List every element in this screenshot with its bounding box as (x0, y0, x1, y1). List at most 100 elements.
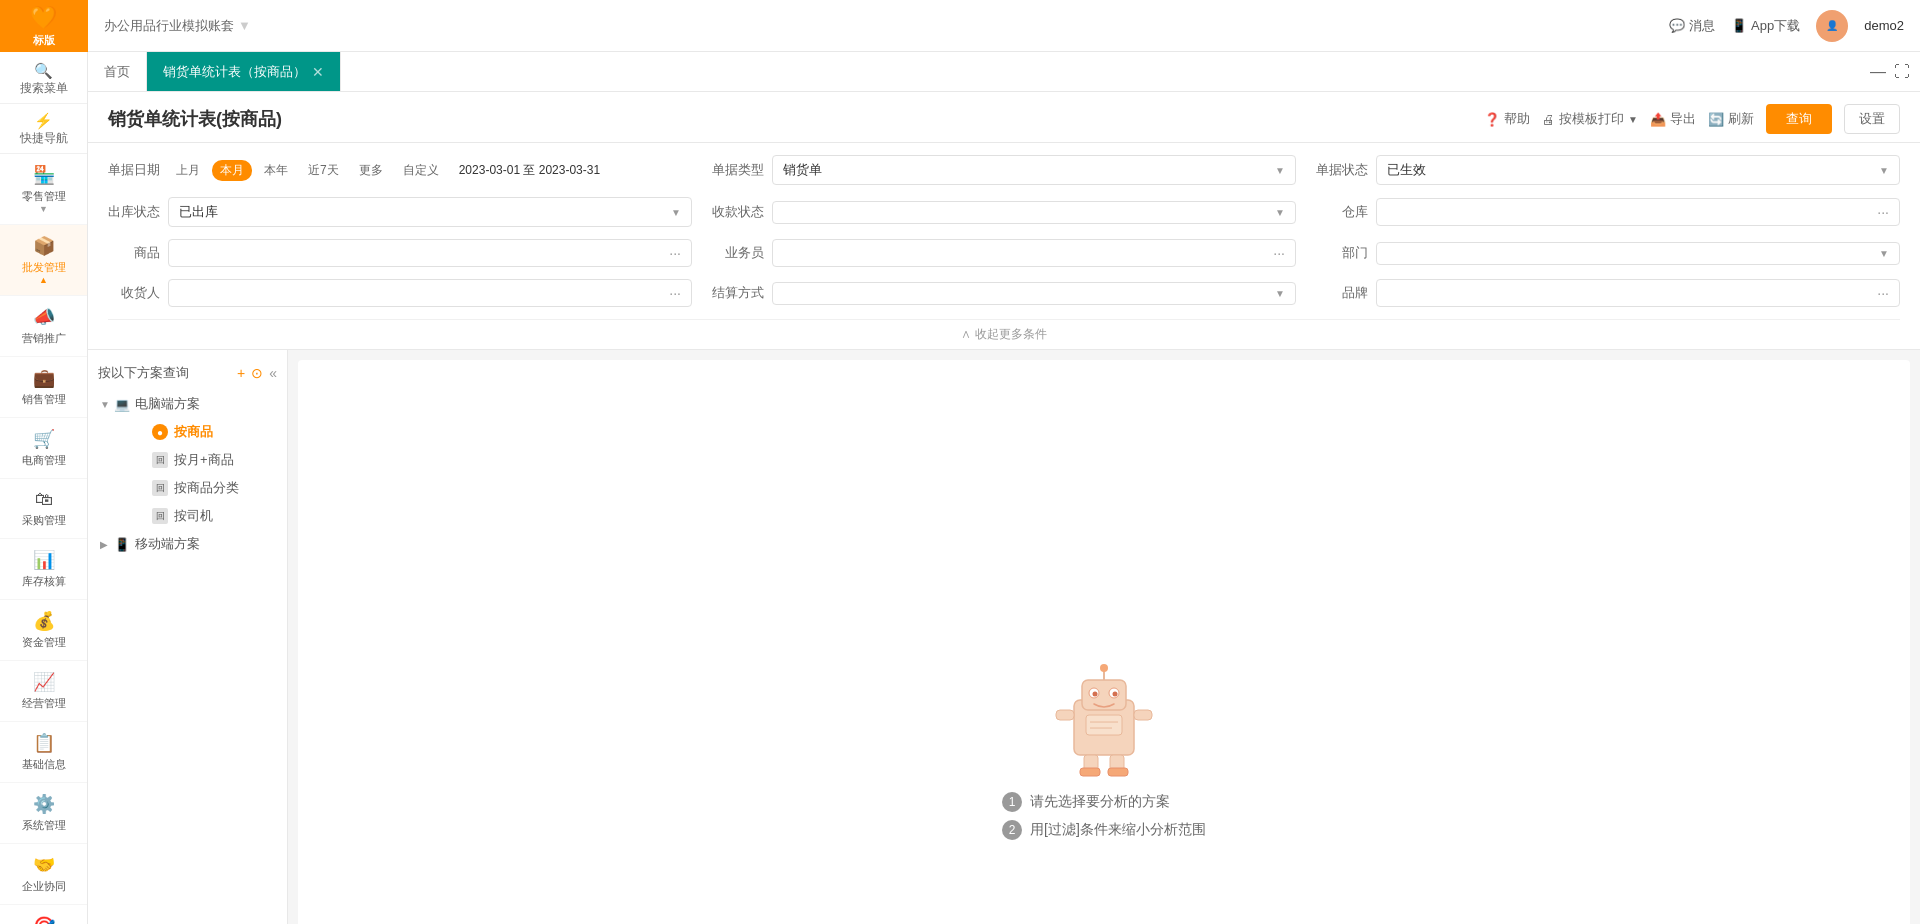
brand-label: 品牌 (1316, 284, 1376, 302)
warehouse-select[interactable]: ··· (1376, 198, 1900, 226)
tree-node-by-goods-category[interactable]: 回 按商品分类 (116, 474, 287, 502)
date-tag-this-year[interactable]: 本年 (256, 160, 296, 181)
doc-status-arrow-icon: ▼ (1879, 165, 1889, 176)
salesperson-dots-icon[interactable]: ··· (1273, 245, 1285, 261)
sidebar-quicknav-item[interactable]: ⚡ 快捷导航 (0, 104, 87, 154)
out-status-label: 出库状态 (108, 203, 168, 221)
out-status-select[interactable]: 已出库 ▼ (168, 197, 692, 227)
settings-btn[interactable]: 设置 (1844, 104, 1900, 134)
doc-type-label: 单据类型 (712, 161, 772, 179)
tree-node-mobile[interactable]: ▶ 📱 移动端方案 (88, 530, 287, 558)
settlement-label: 结算方式 (712, 284, 772, 302)
sidebar-item-marketing[interactable]: 📣 营销推广 (0, 296, 87, 357)
marketing-icon: 📣 (33, 306, 55, 328)
brand-select[interactable]: ··· (1376, 279, 1900, 307)
operations-icon: 📈 (33, 671, 55, 693)
svg-rect-13 (1080, 768, 1100, 776)
tree-node-by-goods[interactable]: ● 按商品 (116, 418, 287, 446)
sidebar-item-operations[interactable]: 📈 经营管理 (0, 661, 87, 722)
query-btn[interactable]: 查询 (1766, 104, 1832, 134)
receipt-status-label: 收款状态 (712, 203, 772, 221)
sidebar-item-finance[interactable]: 💰 资金管理 (0, 600, 87, 661)
date-tag-last-7days[interactable]: 近7天 (300, 160, 347, 181)
sidebar-logo[interactable]: 🧡 标版 (0, 0, 88, 52)
doc-type-arrow-icon: ▼ (1275, 165, 1285, 176)
add-scheme-icon[interactable]: + (237, 365, 245, 381)
mobile-scheme-label: 移动端方案 (135, 535, 200, 553)
tab-close-icon[interactable]: ✕ (312, 64, 324, 80)
ecommerce-icon: 🛒 (33, 428, 55, 450)
goods-label: 商品 (108, 244, 168, 262)
date-tag-custom[interactable]: 自定义 (395, 160, 447, 181)
header-right: 💬 消息 📱 App下载 👤 demo2 (1669, 10, 1904, 42)
goods-dots-icon[interactable]: ··· (669, 245, 681, 261)
mobile-scheme-icon: 📱 (114, 537, 130, 552)
page-title: 销货单统计表(按商品) (108, 107, 282, 131)
doc-status-label: 单据状态 (1316, 161, 1376, 179)
messages-btn[interactable]: 💬 消息 (1669, 17, 1715, 35)
user-avatar[interactable]: 👤 (1816, 10, 1848, 42)
salesperson-select[interactable]: ··· (772, 239, 1296, 267)
sidebar-item-purchase[interactable]: 🛍 采购管理 (0, 479, 87, 539)
purchase-icon: 🛍 (35, 489, 53, 510)
out-status-value: 已出库 (179, 203, 667, 221)
receipt-status-select[interactable]: ▼ (772, 201, 1296, 224)
date-range-value: 2023-03-01 至 2023-03-31 (459, 162, 600, 179)
help-btn[interactable]: ❓ 帮助 (1484, 110, 1530, 128)
tree-node-by-month-goods[interactable]: 回 按月+商品 (116, 446, 287, 474)
svg-point-3 (1100, 664, 1108, 672)
inventory-icon: 📊 (33, 549, 55, 571)
sidebar-item-wholesale[interactable]: 📦 批发管理 ▲ (0, 225, 87, 296)
tab-right-icons: — ⛶ (1860, 52, 1920, 91)
tree-node-pc[interactable]: ▼ 💻 电脑端方案 (88, 390, 287, 418)
tab-sales-stat[interactable]: 销货单统计表（按商品） ✕ (147, 52, 341, 91)
collapse-panel-icon[interactable]: « (269, 365, 277, 381)
brand-dots-icon[interactable]: ··· (1877, 285, 1889, 301)
template-print-btn[interactable]: 🖨 按模板打印 ▼ (1542, 110, 1638, 128)
department-arrow-icon: ▼ (1879, 248, 1889, 259)
date-tag-last-month[interactable]: 上月 (168, 160, 208, 181)
collapse-btn[interactable]: ∧ 收起更多条件 (108, 319, 1900, 349)
export-btn[interactable]: 📤 导出 (1650, 110, 1696, 128)
app-download-btn[interactable]: 📱 App下载 (1731, 17, 1800, 35)
hint-2-text: 用[过滤]条件来缩小分析范围 (1030, 821, 1206, 839)
empty-illustration (1044, 660, 1164, 780)
sidebar-item-sys-mgmt[interactable]: ⚙️ 系统管理 (0, 783, 87, 844)
export-icon: 📤 (1650, 112, 1666, 127)
pc-scheme-icon: 💻 (114, 397, 130, 412)
receiver-dots-icon[interactable]: ··· (669, 285, 681, 301)
doc-status-select[interactable]: 已生效 ▼ (1376, 155, 1900, 185)
top-header: 办公用品行业模拟账套 ▼ 💬 消息 📱 App下载 👤 demo2 (88, 0, 1920, 52)
settings-scheme-icon[interactable]: ⊙ (251, 365, 263, 381)
doc-type-select[interactable]: 销货单 ▼ (772, 155, 1296, 185)
tab-maximize-icon[interactable]: ⛶ (1894, 63, 1910, 81)
date-filter-label: 单据日期 (108, 161, 168, 179)
sidebar-item-sales-mgmt[interactable]: 💼 销售管理 (0, 357, 87, 418)
tab-minimize-icon[interactable]: — (1870, 63, 1886, 81)
sidebar-search-item[interactable]: 🔍 搜索菜单 (0, 52, 87, 104)
tree-child-pc: ● 按商品 回 按月+商品 回 按商品分类 回 按司机 (88, 418, 287, 530)
goods-select[interactable]: ··· (168, 239, 692, 267)
refresh-btn[interactable]: 🔄 刷新 (1708, 110, 1754, 128)
sidebar-item-ecommerce[interactable]: 🛒 电商管理 (0, 418, 87, 479)
settlement-select[interactable]: ▼ (772, 282, 1296, 305)
sidebar-item-enterprise[interactable]: 🤝 企业协同 (0, 844, 87, 905)
sys-icon: ⚙️ (33, 793, 55, 815)
breadcrumb: 办公用品行业模拟账套 ▼ (104, 17, 251, 35)
receiver-select[interactable]: ··· (168, 279, 692, 307)
sidebar-item-inventory[interactable]: 📊 库存核算 (0, 539, 87, 600)
download-icon: 📱 (1731, 18, 1747, 33)
by-goods-category-label: 按商品分类 (174, 479, 239, 497)
breadcrumb-arrow: ▼ (238, 18, 251, 33)
tab-sales-label: 销货单统计表（按商品） (163, 63, 306, 81)
warehouse-dots-icon[interactable]: ··· (1877, 204, 1889, 220)
tree-node-by-cashier[interactable]: 回 按司机 (116, 502, 287, 530)
sidebar-item-basic-info[interactable]: 📋 基础信息 (0, 722, 87, 783)
quicknav-label: 快捷导航 (0, 130, 87, 147)
department-select[interactable]: ▼ (1376, 242, 1900, 265)
date-tag-this-month[interactable]: 本月 (212, 160, 252, 181)
tab-home[interactable]: 首页 (88, 52, 147, 91)
sidebar-item-guide[interactable]: 🎯 新手引导 (0, 905, 87, 924)
date-tag-more[interactable]: 更多 (351, 160, 391, 181)
sidebar-item-retail[interactable]: 🏪 零售管理 ▼ (0, 154, 87, 225)
